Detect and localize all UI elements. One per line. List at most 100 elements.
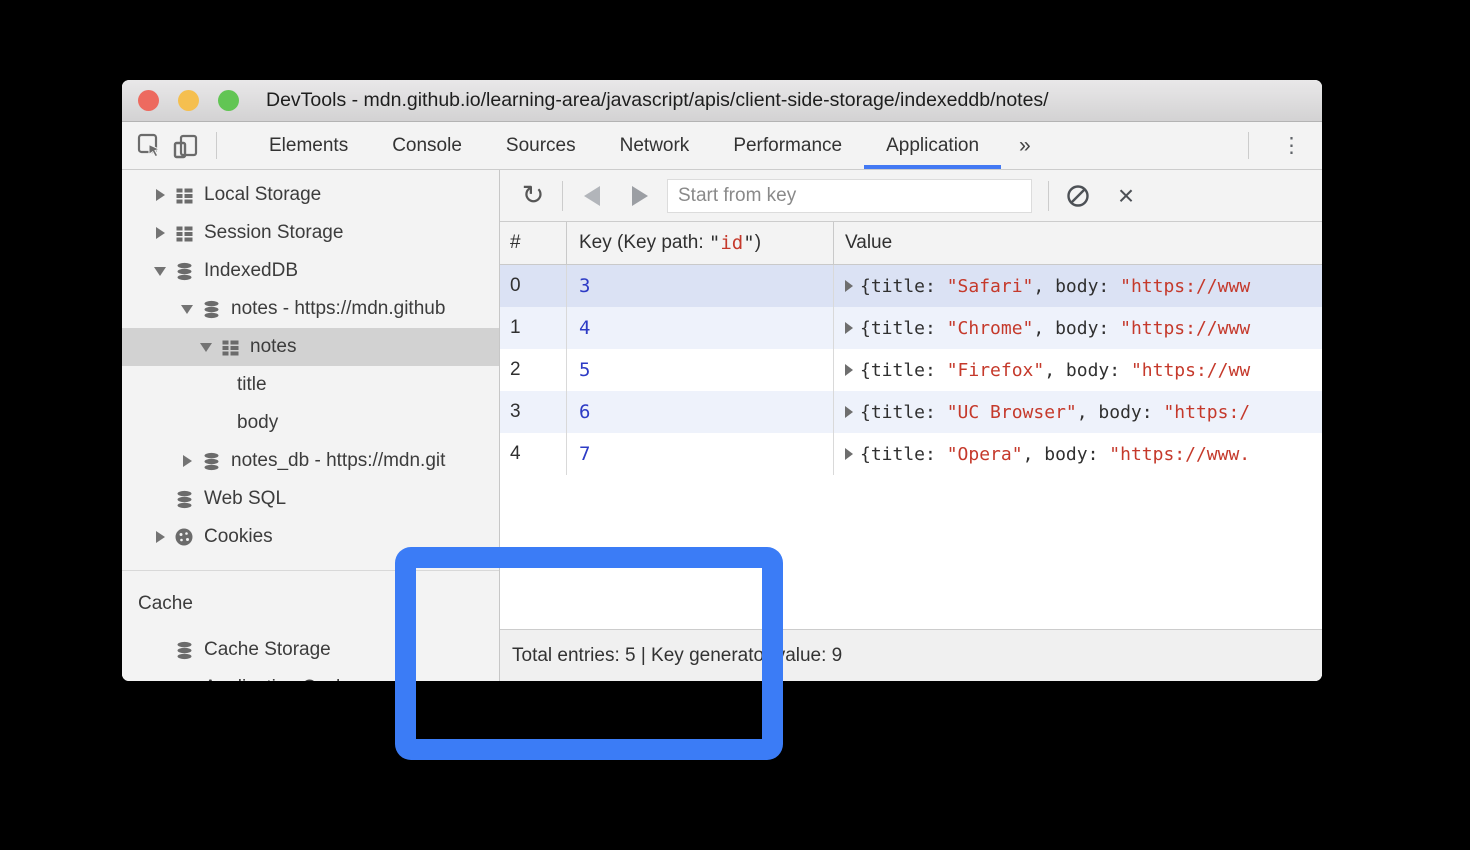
panel-tabs: Elements Console Sources Network Perform… (247, 122, 1049, 169)
sidebar-item-label: Session Storage (204, 222, 343, 244)
table-row[interactable]: 4 7 {title: "Opera", body: "https://www. (500, 433, 1322, 475)
expand-value-icon[interactable] (845, 322, 853, 334)
next-page-button[interactable] (623, 179, 657, 213)
toolbar-separator (1248, 132, 1249, 159)
tree-collapsed-arrow-icon[interactable] (152, 189, 168, 201)
block-icon (1065, 183, 1091, 209)
tab-sources[interactable]: Sources (484, 122, 598, 169)
datagrid-header: # Key (Key path: "id") Value (500, 222, 1322, 265)
column-header-index[interactable]: # (500, 222, 567, 264)
sidebar-item-index-body[interactable]: body (122, 404, 499, 442)
tab-console[interactable]: Console (370, 122, 484, 169)
expand-value-icon[interactable] (845, 448, 853, 460)
tree-collapsed-arrow-icon[interactable] (152, 227, 168, 239)
sidebar-item-local-storage[interactable]: Local Storage (122, 176, 499, 214)
sidebar-item-label: notes - https://mdn.github (231, 298, 445, 320)
sidebar-item-notes-db-database[interactable]: notes_db - https://mdn.git (122, 442, 499, 480)
row-index: 3 (500, 391, 567, 433)
inspect-cursor-icon (136, 132, 164, 160)
minimize-window-button[interactable] (178, 90, 199, 111)
sidebar-item-notes-database[interactable]: notes - https://mdn.github (122, 290, 499, 328)
sidebar-item-index-title[interactable]: title (122, 366, 499, 404)
devtools-tabbar: Elements Console Sources Network Perform… (122, 122, 1322, 170)
database-icon (201, 451, 221, 471)
sidebar-item-label: Web SQL (204, 488, 286, 510)
table-grid-icon (220, 337, 240, 357)
zoom-window-button[interactable] (218, 90, 239, 111)
toolbar-separator (216, 132, 217, 159)
tree-expanded-arrow-icon[interactable] (198, 343, 214, 352)
sidebar-item-session-storage[interactable]: Session Storage (122, 214, 499, 252)
tab-performance[interactable]: Performance (711, 122, 864, 169)
delete-selected-button[interactable]: × (1109, 179, 1143, 213)
expand-value-icon[interactable] (845, 406, 853, 418)
row-value: {title: "Safari", body: "https://www (834, 265, 1322, 307)
tree-collapsed-arrow-icon[interactable] (152, 531, 168, 543)
sidebar-item-label: Application Cache (204, 677, 357, 681)
table-row[interactable]: 2 5 {title: "Firefox", body: "https://ww (500, 349, 1322, 391)
forward-arrow-icon (632, 186, 648, 206)
sidebar-item-label: IndexedDB (204, 260, 298, 282)
previous-page-button[interactable] (575, 179, 609, 213)
device-toolbar-icon (172, 132, 200, 160)
table-grid-icon (174, 185, 194, 205)
sidebar-item-label: Cookies (204, 526, 273, 548)
table-grid-icon (174, 223, 194, 243)
expand-value-icon[interactable] (845, 364, 853, 376)
window-title: DevTools - mdn.github.io/learning-area/j… (266, 89, 1049, 112)
sidebar-item-label: Local Storage (204, 184, 321, 206)
back-arrow-icon (584, 186, 600, 206)
row-value: {title: "Firefox", body: "https://ww (834, 349, 1322, 391)
row-index: 2 (500, 349, 567, 391)
clear-object-store-button[interactable] (1061, 179, 1095, 213)
table-grid-icon (174, 678, 194, 681)
inspect-element-button[interactable] (132, 122, 168, 169)
row-value: {title: "Chrome", body: "https://www (834, 307, 1322, 349)
database-icon (174, 489, 194, 509)
table-row[interactable]: 1 4 {title: "Chrome", body: "https://www (500, 307, 1322, 349)
window-titlebar: DevTools - mdn.github.io/learning-area/j… (122, 80, 1322, 122)
row-index: 4 (500, 433, 567, 475)
column-header-key[interactable]: Key (Key path: "id") (567, 222, 834, 264)
row-key: 4 (567, 307, 834, 349)
table-row[interactable]: 3 6 {title: "UC Browser", body: "https:/ (500, 391, 1322, 433)
close-icon: × (1118, 182, 1134, 210)
sidebar-item-web-sql[interactable]: Web SQL (122, 480, 499, 518)
devtools-menu-button[interactable]: ⋮ (1261, 122, 1322, 169)
row-key: 3 (567, 265, 834, 307)
toggle-device-toolbar-button[interactable] (168, 122, 204, 169)
tab-application[interactable]: Application (864, 122, 1001, 169)
tree-expanded-arrow-icon[interactable] (152, 267, 168, 276)
tab-elements[interactable]: Elements (247, 122, 370, 169)
sidebar-item-label: Cache Storage (204, 639, 331, 661)
row-value: {title: "Opera", body: "https://www. (834, 433, 1322, 475)
refresh-icon: ↻ (522, 182, 545, 209)
toolbar-separator (562, 181, 563, 211)
row-key: 5 (567, 349, 834, 391)
sidebar-item-label: notes (250, 336, 296, 358)
sidebar-item-label: body (237, 412, 278, 434)
database-icon (174, 261, 194, 281)
traffic-lights (138, 90, 239, 111)
close-window-button[interactable] (138, 90, 159, 111)
row-key: 6 (567, 391, 834, 433)
database-icon (174, 640, 194, 660)
row-key: 7 (567, 433, 834, 475)
row-index: 1 (500, 307, 567, 349)
more-tabs-button[interactable]: » (1001, 122, 1049, 169)
tab-network[interactable]: Network (598, 122, 712, 169)
start-from-key-input[interactable] (667, 179, 1032, 213)
expand-value-icon[interactable] (845, 280, 853, 292)
sidebar-section-label: Cache (138, 593, 193, 615)
sidebar-item-indexeddb[interactable]: IndexedDB (122, 252, 499, 290)
tree-expanded-arrow-icon[interactable] (179, 305, 195, 314)
table-row[interactable]: 0 3 {title: "Safari", body: "https://www (500, 265, 1322, 307)
refresh-button[interactable]: ↻ (516, 179, 550, 213)
row-index: 0 (500, 265, 567, 307)
tree-collapsed-arrow-icon[interactable] (179, 455, 195, 467)
sidebar-item-label: notes_db - https://mdn.git (231, 450, 445, 472)
sidebar-item-notes-store[interactable]: notes (122, 328, 499, 366)
sidebar-item-label: title (237, 374, 267, 396)
column-header-value[interactable]: Value (834, 222, 1322, 264)
toolbar-separator (1048, 181, 1049, 211)
